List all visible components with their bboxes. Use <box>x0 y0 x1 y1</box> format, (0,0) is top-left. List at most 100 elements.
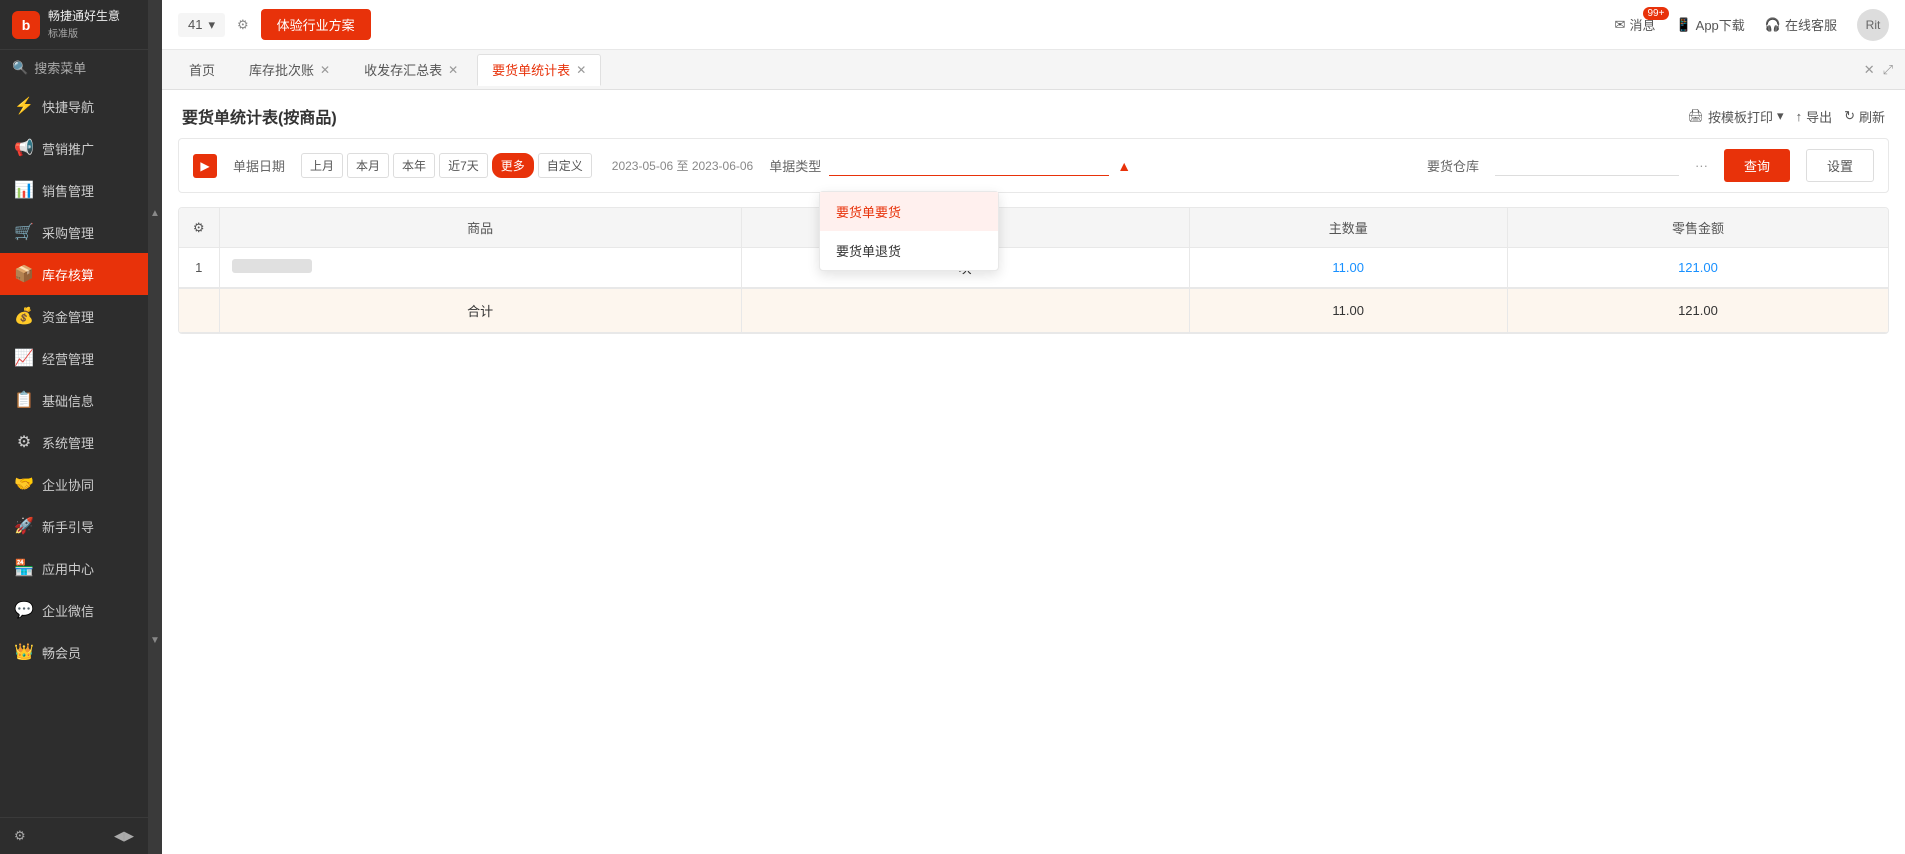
app-download-btn[interactable]: 📱 App下载 <box>1675 15 1744 34</box>
appstore-icon: 🏪 <box>14 558 34 578</box>
row-product <box>219 248 741 289</box>
refresh-icon: ↻ <box>1844 108 1855 124</box>
sidebar-item-enterprise[interactable]: 🤝 企业协同 <box>0 463 148 505</box>
refresh-btn[interactable]: ↻ 刷新 <box>1844 107 1885 126</box>
tab-stock-batch[interactable]: 库存批次账 ✕ <box>234 54 345 86</box>
date-btn-this-year[interactable]: 本年 <box>393 153 435 178</box>
page-content: 要货单统计表(按商品) 🖨 按模板打印 ▾ ↑ 导出 ↻ 刷新 ▶ <box>162 90 1905 854</box>
date-btn-last-month[interactable]: 上月 <box>301 153 343 178</box>
messages-btn[interactable]: ✉ 消息 99+ <box>1615 15 1656 34</box>
sidebar-item-purchase[interactable]: 🛒 采购管理 <box>0 211 148 253</box>
basic-info-label: 基础信息 <box>42 391 94 410</box>
scroll-down-arrow[interactable]: ▼ <box>148 427 162 854</box>
user-name: Rit <box>1866 18 1881 32</box>
date-btn-this-month[interactable]: 本月 <box>347 153 389 178</box>
message-icon: ✉ <box>1615 17 1626 33</box>
app-logo-icon: b <box>12 11 40 39</box>
date-filter-label: 单据日期 <box>233 156 285 175</box>
print-label: 按模板打印 <box>1708 107 1773 126</box>
type-filter-input[interactable] <box>829 156 1109 176</box>
online-service-btn[interactable]: 🎧 在线客服 <box>1765 15 1837 34</box>
tab-order-stats-close[interactable]: ✕ <box>576 63 586 77</box>
topbar-right: ✉ 消息 99+ 📱 App下载 🎧 在线客服 Rit <box>1615 9 1889 41</box>
tab-stock-batch-close[interactable]: ✕ <box>320 63 330 77</box>
scroll-up-arrow[interactable]: ▲ <box>148 0 162 427</box>
product-placeholder <box>232 259 312 273</box>
tab-order-stats-label: 要货单统计表 <box>492 60 570 79</box>
footer-empty-2 <box>741 288 1189 333</box>
sidebar-item-finance[interactable]: 💰 资金管理 <box>0 295 148 337</box>
topbar-settings-icon[interactable]: ⚙ <box>237 17 249 33</box>
tab-in-out-summary[interactable]: 收发存汇总表 ✕ <box>349 54 473 86</box>
sidebar-item-marketing[interactable]: 📢 营销推广 <box>0 127 148 169</box>
data-table: ⚙ 商品 主计量单位 主数量 零售金额 1 块 <box>179 208 1888 333</box>
sidebar-item-wechat[interactable]: 💬 企业微信 <box>0 589 148 631</box>
sidebar-item-basic-info[interactable]: 📋 基础信息 <box>0 379 148 421</box>
data-table-container: ⚙ 商品 主计量单位 主数量 零售金额 1 块 <box>178 207 1889 334</box>
sidebar-item-sales[interactable]: 📊 销售管理 <box>0 169 148 211</box>
warehouse-filter-input[interactable] <box>1495 156 1679 176</box>
marketing-icon: 📢 <box>14 138 34 158</box>
page-actions: 🖨 按模板打印 ▾ ↑ 导出 ↻ 刷新 <box>1688 107 1886 126</box>
settings-footer-icon[interactable]: ⚙ <box>14 828 26 844</box>
sidebar-item-guide[interactable]: 🚀 新手引导 <box>0 505 148 547</box>
guide-label: 新手引导 <box>42 517 94 536</box>
date-btn-custom[interactable]: 自定义 <box>538 153 592 178</box>
sidebar-item-appstore[interactable]: 🏪 应用中心 <box>0 547 148 589</box>
sidebar-item-quick-nav[interactable]: ⚡ 快捷导航 <box>0 85 148 127</box>
sidebar-logo: b 畅捷通好生意 标准版 <box>0 0 148 50</box>
member-icon: 👑 <box>14 642 34 662</box>
marketing-label: 营销推广 <box>42 139 94 158</box>
sidebar-item-management[interactable]: 📈 经营管理 <box>0 337 148 379</box>
dropdown-item-order-return[interactable]: 要货单退货 <box>820 231 998 270</box>
basic-info-icon: 📋 <box>14 390 34 410</box>
collapse-icon[interactable]: ◀▶ <box>114 828 134 844</box>
print-icon: 🖨 <box>1688 108 1705 124</box>
filter-toggle-btn[interactable]: ▶ <box>193 154 217 178</box>
company-name: 41 <box>188 17 202 32</box>
inventory-icon: 📦 <box>14 264 34 284</box>
tab-in-out-summary-close[interactable]: ✕ <box>448 63 458 77</box>
sidebar-search[interactable]: 🔍 搜索菜单 <box>0 50 148 85</box>
filter-more-icon[interactable]: ··· <box>1695 158 1708 173</box>
company-selector[interactable]: 41 ▾ <box>178 13 225 37</box>
page-title: 要货单统计表(按商品) <box>182 104 337 128</box>
appstore-label: 应用中心 <box>42 559 94 578</box>
query-button[interactable]: 查询 <box>1724 149 1790 182</box>
export-btn[interactable]: ↑ 导出 <box>1796 107 1833 126</box>
maximize-icon[interactable]: ⤢ <box>1883 62 1893 78</box>
row-amount-link[interactable]: 121.00 <box>1678 260 1718 275</box>
topbar: 41 ▾ ⚙ 体验行业方案 ✉ 消息 99+ 📱 App下载 🎧 在线客服 Ri… <box>162 0 1905 50</box>
export-icon: ↑ <box>1796 109 1803 124</box>
type-filter-arrow[interactable]: ▲ <box>1117 158 1131 174</box>
table-row: 1 块 11.00 121.00 <box>179 248 1888 289</box>
filter-settings-button[interactable]: 设置 <box>1806 149 1874 182</box>
sidebar: b 畅捷通好生意 标准版 🔍 搜索菜单 ⚡ 快捷导航 📢 营销推广 📊 销售管理… <box>0 0 148 854</box>
type-filter-label: 单据类型 <box>769 156 821 175</box>
row-quantity-link[interactable]: 11.00 <box>1332 260 1364 275</box>
sidebar-item-member[interactable]: 👑 畅会员 <box>0 631 148 673</box>
date-btn-more[interactable]: 更多 <box>492 153 534 178</box>
tab-home-label: 首页 <box>189 60 215 79</box>
print-btn[interactable]: 🖨 按模板打印 ▾ <box>1688 107 1784 126</box>
table-header-product: 商品 <box>219 208 741 248</box>
search-label: 搜索菜单 <box>34 58 86 77</box>
user-avatar[interactable]: Rit <box>1857 9 1889 41</box>
tab-home[interactable]: 首页 <box>174 54 230 86</box>
date-btn-last-7-days[interactable]: 近7天 <box>439 153 488 178</box>
quick-nav-label: 快捷导航 <box>42 97 94 116</box>
sidebar-item-system[interactable]: ⚙ 系统管理 <box>0 421 148 463</box>
filter-bar: ▶ 单据日期 上月 本月 本年 近7天 更多 自定义 2023-05-06 至 … <box>178 138 1889 193</box>
tab-stock-batch-label: 库存批次账 <box>249 60 314 79</box>
tab-order-stats[interactable]: 要货单统计表 ✕ <box>477 54 601 86</box>
table-header-settings[interactable]: ⚙ <box>179 208 219 248</box>
dropdown-item-order-goods[interactable]: 要货单要货 <box>820 192 998 231</box>
trial-button[interactable]: 体验行业方案 <box>261 9 371 40</box>
sidebar-item-inventory[interactable]: 📦 库存核算 <box>0 253 148 295</box>
close-all-icon[interactable]: ✕ <box>1864 62 1875 78</box>
app-version: 标准版 <box>48 25 120 40</box>
purchase-label: 采购管理 <box>42 223 94 242</box>
refresh-label: 刷新 <box>1859 107 1885 126</box>
type-filter-container: 单据类型 ▲ <box>769 156 1411 176</box>
main-content: 41 ▾ ⚙ 体验行业方案 ✉ 消息 99+ 📱 App下载 🎧 在线客服 Ri… <box>162 0 1905 854</box>
